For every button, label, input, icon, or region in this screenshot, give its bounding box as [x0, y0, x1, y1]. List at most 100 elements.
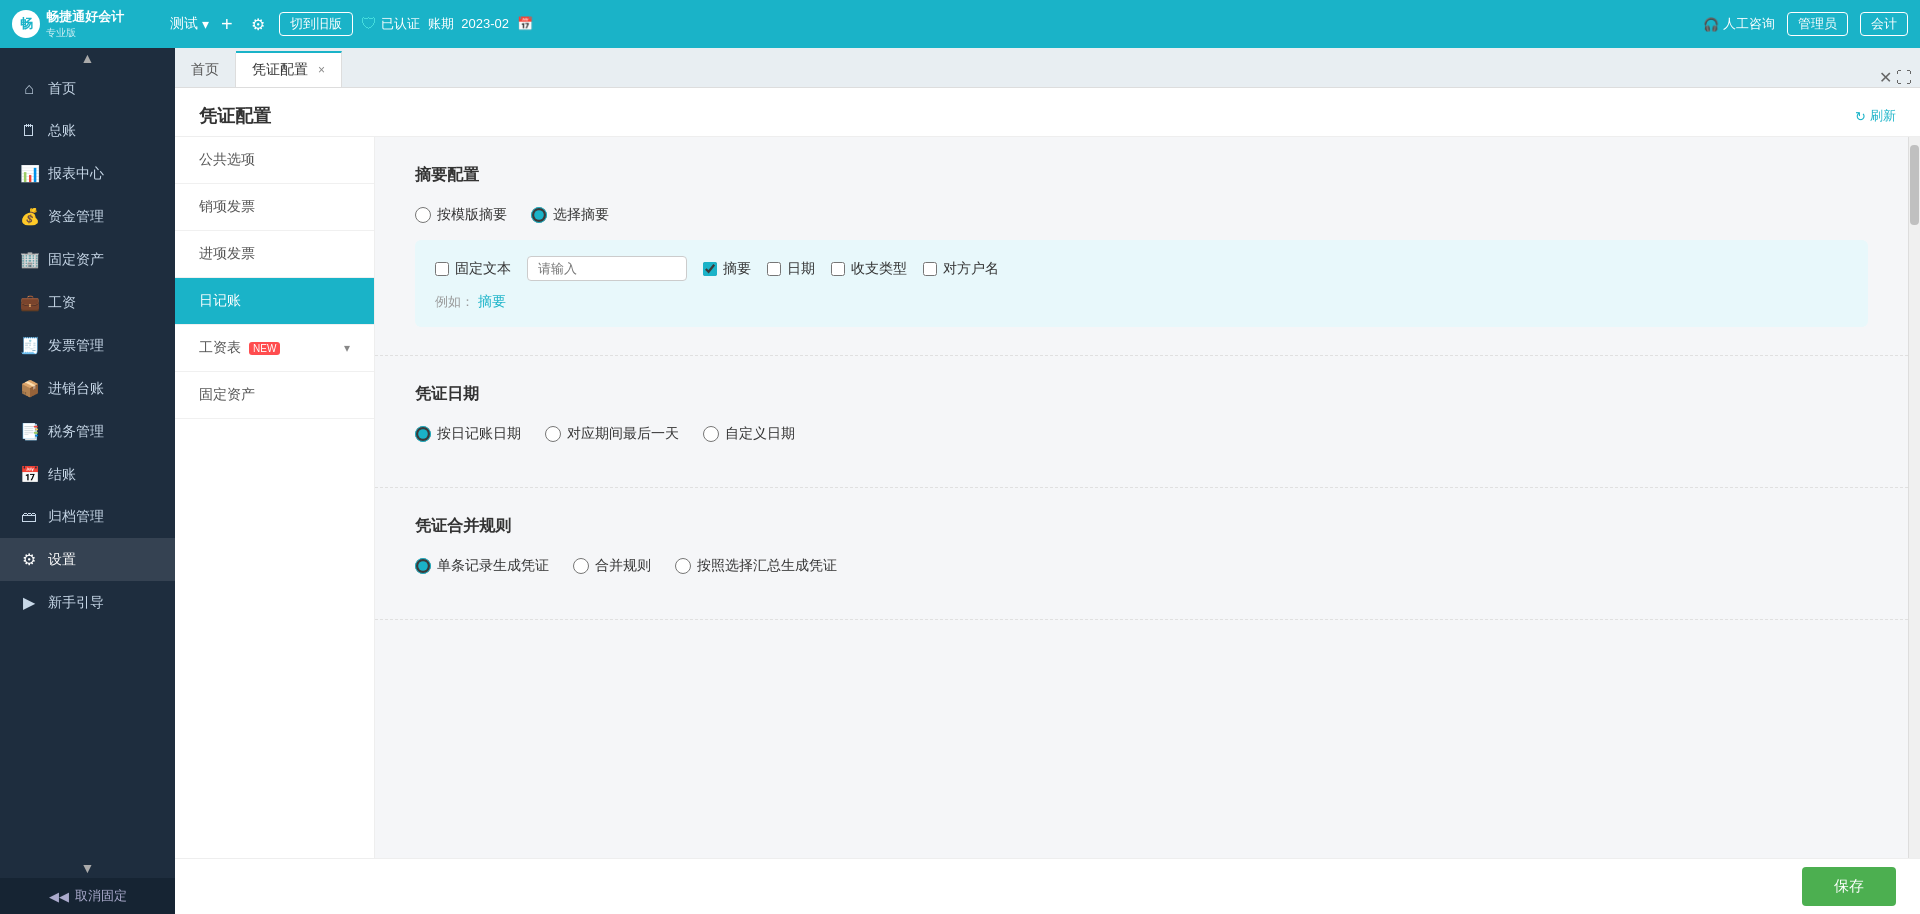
sidebar-item-sales[interactable]: 📦 进销台账 — [0, 367, 175, 410]
sidebar-item-funds[interactable]: 💰 资金管理 — [0, 195, 175, 238]
summary-check-item[interactable]: 摘要 — [703, 260, 751, 278]
date-checkbox[interactable] — [767, 262, 781, 276]
example-text: 例如： 摘要 — [435, 293, 1848, 311]
refresh-btn[interactable]: ↻ 刷新 — [1855, 107, 1896, 125]
summary-option1[interactable]: 按模版摘要 — [415, 206, 507, 224]
switch-old-btn[interactable]: 切到旧版 — [279, 12, 353, 36]
tab-active-label: 凭证配置 — [252, 61, 308, 77]
date-check-label: 日期 — [787, 260, 815, 278]
sidebar-item-home[interactable]: ⌂ 首页 — [0, 68, 175, 110]
expand-btn[interactable]: ⛶ — [1896, 69, 1912, 87]
logo-text: 畅捷通好会计 — [46, 8, 124, 26]
content-area: 首页 凭证配置 × ✕ ⛶ 凭证配置 ↻ 刷新 — [175, 48, 1920, 914]
right-scrollbar[interactable] — [1908, 137, 1920, 858]
income-type-checkbox[interactable] — [831, 262, 845, 276]
sidebar-item-assets[interactable]: 🏢 固定资产 — [0, 238, 175, 281]
fixed-text-item[interactable]: 固定文本 — [435, 260, 511, 278]
tab-close-btn[interactable]: × — [318, 63, 325, 77]
page-title: 凭证配置 — [199, 104, 271, 128]
settings-icon[interactable]: ⚙ — [245, 15, 271, 34]
consult-btn[interactable]: 🎧 人工咨询 — [1703, 15, 1775, 33]
date-radio2[interactable] — [545, 426, 561, 442]
sidebar-scroll-up[interactable]: ▲ — [0, 48, 175, 68]
summary-config-row: 固定文本 摘要 日期 — [435, 256, 1848, 281]
scrollbar-thumb[interactable] — [1910, 145, 1919, 225]
config-item-purchase-invoice[interactable]: 进项发票 — [175, 231, 374, 278]
refresh-icon: ↻ — [1855, 109, 1866, 124]
sidebar-item-guide[interactable]: ▶ 新手引导 — [0, 581, 175, 624]
merge-option1[interactable]: 单条记录生成凭证 — [415, 557, 549, 575]
sidebar-item-wages[interactable]: 💼 工资 — [0, 281, 175, 324]
sidebar-item-closing[interactable]: 📅 结账 — [0, 453, 175, 496]
tab-voucher-config[interactable]: 凭证配置 × — [236, 51, 342, 87]
summary-config-box: 固定文本 摘要 日期 — [415, 240, 1868, 327]
ledger-icon: 🗒 — [20, 122, 38, 140]
sidebar-item-reports[interactable]: 📊 报表中心 — [0, 152, 175, 195]
merge-option2-label: 合并规则 — [595, 557, 651, 575]
sidebar-scroll-down[interactable]: ▼ — [0, 858, 175, 878]
save-btn[interactable]: 保存 — [1802, 867, 1896, 906]
consult-label: 人工咨询 — [1723, 15, 1775, 33]
date-section: 凭证日期 按日记账日期 对应期间最后一天 — [375, 356, 1908, 488]
tab-bar: 首页 凭证配置 × ✕ ⛶ — [175, 48, 1920, 88]
config-layout: 公共选项 销项发票 进项发票 日记账 工资表 — [175, 137, 1920, 858]
merge-option3[interactable]: 按照选择汇总生成凭证 — [675, 557, 837, 575]
merge-radio2[interactable] — [573, 558, 589, 574]
certified-badge: 🛡 已认证 — [361, 15, 420, 33]
cancel-fixed-btn[interactable]: ◀◀ 取消固定 — [0, 878, 175, 914]
example-prefix: 例如： — [435, 294, 474, 309]
date-check-item[interactable]: 日期 — [767, 260, 815, 278]
accountant-btn[interactable]: 会计 — [1860, 12, 1908, 36]
guide-icon: ▶ — [20, 593, 38, 612]
summary-option2[interactable]: 选择摘要 — [531, 206, 609, 224]
sidebar-item-ledger[interactable]: 🗒 总账 — [0, 110, 175, 152]
tab-home[interactable]: 首页 — [175, 53, 236, 87]
summary-radio-group: 按模版摘要 选择摘要 — [415, 206, 1868, 224]
fixed-text-checkbox[interactable] — [435, 262, 449, 276]
summary-section: 摘要配置 按模版摘要 选择摘要 — [375, 137, 1908, 356]
merge-radio1[interactable] — [415, 558, 431, 574]
merge-radio3[interactable] — [675, 558, 691, 574]
summary-title: 摘要配置 — [415, 165, 1868, 186]
config-item-public[interactable]: 公共选项 — [175, 137, 374, 184]
date-radio-group: 按日记账日期 对应期间最后一天 自定义日期 — [415, 425, 1868, 443]
company-selector[interactable]: 测试 ▾ — [170, 15, 209, 33]
sidebar-item-label: 新手引导 — [48, 594, 104, 612]
add-button[interactable]: + — [217, 13, 237, 36]
merge-option3-label: 按照选择汇总生成凭证 — [697, 557, 837, 575]
tab-actions: ✕ ⛶ — [1871, 68, 1920, 87]
fixed-text-input[interactable] — [527, 256, 687, 281]
close-tab-btn[interactable]: ✕ — [1879, 68, 1892, 87]
summary-radio1[interactable] — [415, 207, 431, 223]
counterparty-checkbox[interactable] — [923, 262, 937, 276]
shield-icon: 🛡 — [361, 15, 377, 33]
sidebar-item-label: 税务管理 — [48, 423, 104, 441]
income-type-check-item[interactable]: 收支类型 — [831, 260, 907, 278]
date-option2[interactable]: 对应期间最后一天 — [545, 425, 679, 443]
merge-section: 凭证合并规则 单条记录生成凭证 合并规则 — [375, 488, 1908, 620]
date-option1[interactable]: 按日记账日期 — [415, 425, 521, 443]
date-option3[interactable]: 自定义日期 — [703, 425, 795, 443]
sidebar-item-tax[interactable]: 📑 税务管理 — [0, 410, 175, 453]
date-option1-label: 按日记账日期 — [437, 425, 521, 443]
config-item-fixed-assets[interactable]: 固定资产 — [175, 372, 374, 419]
config-item-payroll[interactable]: 工资表 NEW ▾ — [175, 325, 374, 372]
summary-checkbox[interactable] — [703, 262, 717, 276]
summary-radio2[interactable] — [531, 207, 547, 223]
date-radio3[interactable] — [703, 426, 719, 442]
certified-label: 已认证 — [381, 15, 420, 33]
counterparty-check-item[interactable]: 对方户名 — [923, 260, 999, 278]
sidebar-item-archive[interactable]: 🗃 归档管理 — [0, 496, 175, 538]
config-item-journal[interactable]: 日记账 — [175, 278, 374, 325]
sidebar-item-invoices[interactable]: 🧾 发票管理 — [0, 324, 175, 367]
config-item-sales-invoice[interactable]: 销项发票 — [175, 184, 374, 231]
new-badge: NEW — [249, 342, 280, 355]
sidebar-item-settings[interactable]: ⚙ 设置 — [0, 538, 175, 581]
wages-icon: 💼 — [20, 293, 38, 312]
date-radio1[interactable] — [415, 426, 431, 442]
admin-btn[interactable]: 管理员 — [1787, 12, 1848, 36]
tax-icon: 📑 — [20, 422, 38, 441]
sidebar-item-label: 资金管理 — [48, 208, 104, 226]
period-text: 账期 2023-02 📅 — [428, 15, 533, 33]
merge-option2[interactable]: 合并规则 — [573, 557, 651, 575]
